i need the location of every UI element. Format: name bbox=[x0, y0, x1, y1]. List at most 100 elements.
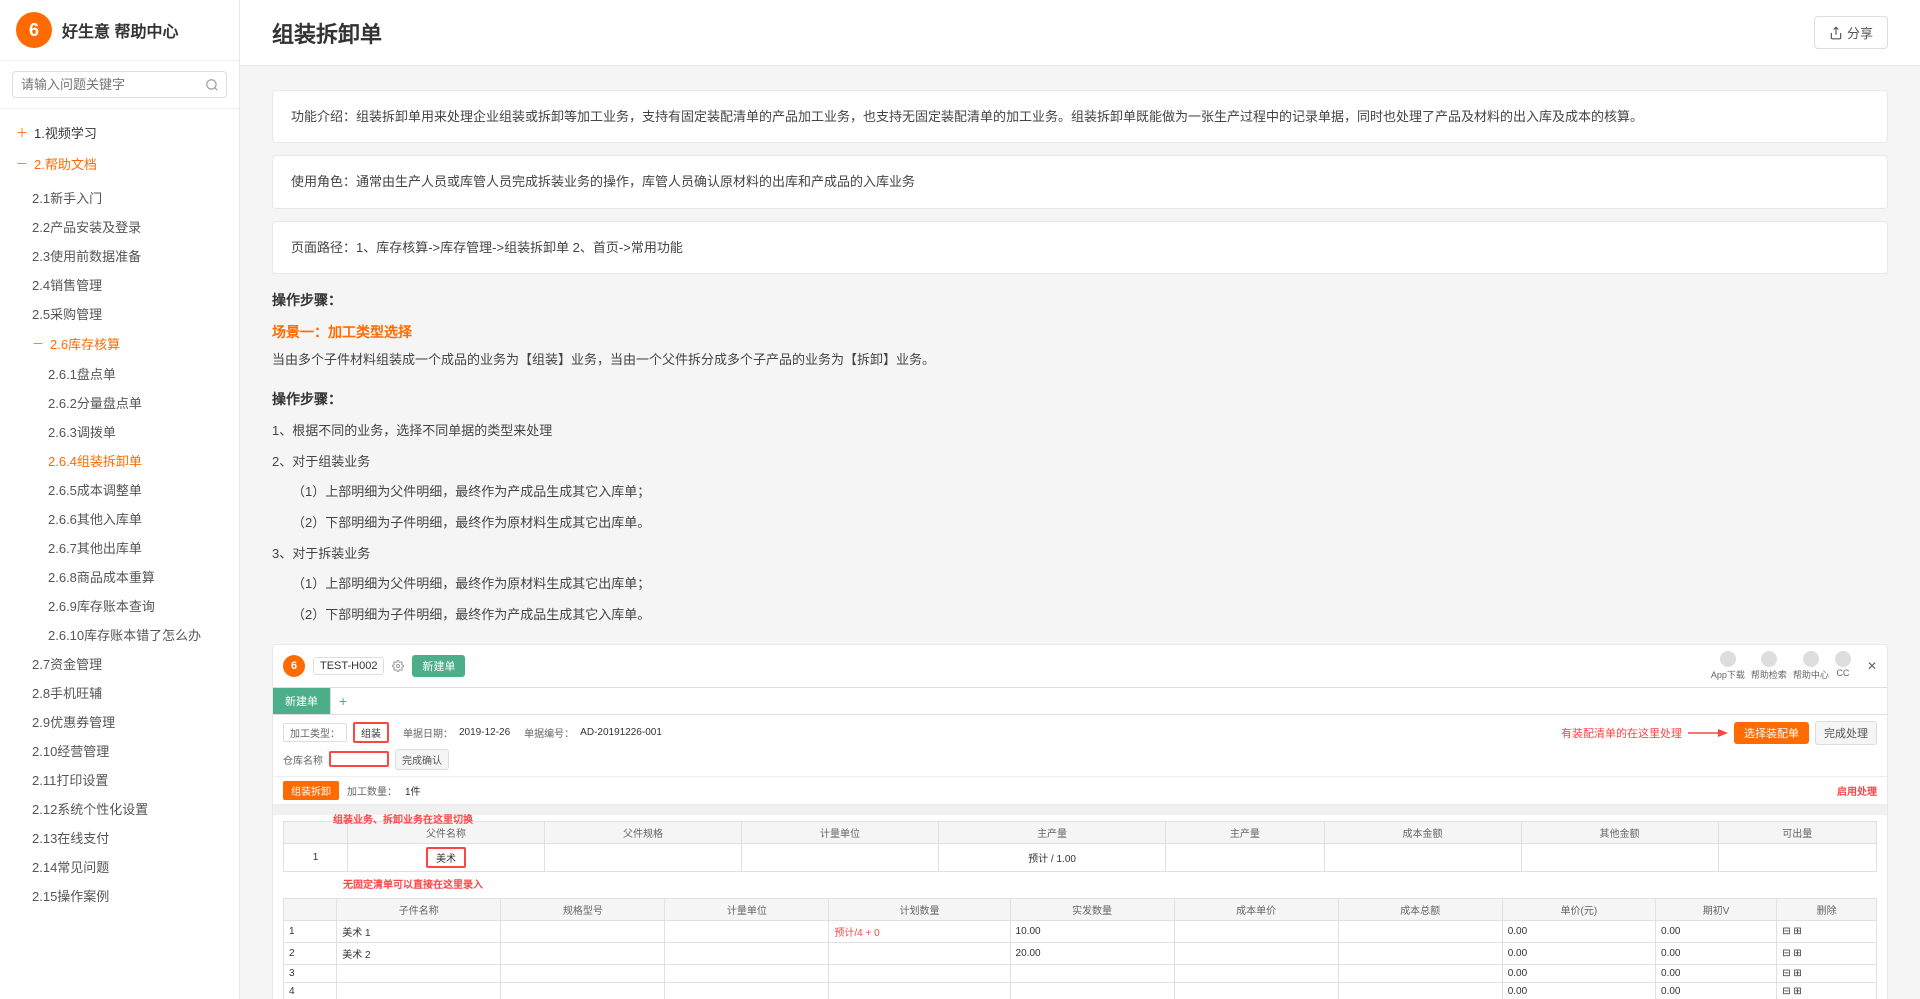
upper-table-row: 1 美术 预计 / 1.00 bbox=[284, 843, 1877, 871]
sidebar-item-s2-2[interactable]: 2.2产品安装及登录 bbox=[32, 212, 239, 241]
intro-block-3: 页面路径：1、库存核算->库存管理->组装拆卸单 2、首页->常用功能 bbox=[272, 221, 1888, 274]
sidebar-item-s2-10[interactable]: 2.10经营管理 bbox=[32, 736, 239, 765]
mock-no-label: 单据编号： bbox=[524, 725, 574, 740]
mock-lower-section: 无固定清单可以直接在这里录入 子件名称 规格型号 计量单位 计划数量 实发数量 … bbox=[273, 874, 1887, 999]
mock-logo: 6 bbox=[283, 655, 305, 677]
sidebar-item-s2-6-3[interactable]: 2.6.3调拨单 bbox=[48, 417, 239, 446]
sidebar-item-s2-6-7[interactable]: 2.6.7其他出库单 bbox=[48, 533, 239, 562]
main-header: 组装拆卸单 分享 bbox=[240, 0, 1920, 66]
sidebar-item-s2-6-5[interactable]: 2.6.5成本调整单 bbox=[48, 475, 239, 504]
op-steps-title: 操作步骤： bbox=[272, 389, 1888, 409]
sidebar-item-s2-4[interactable]: 2.4销售管理 bbox=[32, 270, 239, 299]
mock-choose-btn[interactable]: 选择装配单 bbox=[1734, 722, 1809, 744]
mock-form-row2: 仓库名称 完成确认 bbox=[283, 749, 1877, 770]
sidebar-item-s2-6-4[interactable]: 2.6.4组装拆卸单 bbox=[48, 446, 239, 475]
sidebar-item-s2-8[interactable]: 2.8手机旺辅 bbox=[32, 678, 239, 707]
sidebar-item-s1[interactable]: ＋ 1.视频学习 bbox=[0, 117, 239, 148]
mock-tab-plus[interactable]: + bbox=[331, 688, 355, 714]
sidebar-item-s2-9[interactable]: 2.9优惠券管理 bbox=[32, 707, 239, 736]
mock-ok-btn[interactable]: 完成处理 bbox=[1815, 721, 1877, 745]
sidebar-item-s2-5[interactable]: 2.5采购管理 bbox=[32, 299, 239, 328]
mock-type-value: 组装 bbox=[353, 722, 389, 743]
mock-warehouse-label: 仓库名称 bbox=[283, 752, 323, 767]
sidebar-item-s2-6-6[interactable]: 2.6.6其他入库单 bbox=[48, 504, 239, 533]
upper-td-0: 1 bbox=[284, 843, 348, 871]
search-input[interactable] bbox=[12, 71, 227, 98]
scene-desc: 当由多个子件材料组装成一个成品的业务为【组装】业务，当由一个父件拆分成多个子产品… bbox=[272, 348, 1888, 373]
sidebar-item-s2[interactable]: － 2.帮助文档 bbox=[0, 148, 239, 179]
sidebar-item-s2-6-1[interactable]: 2.6.1盘点单 bbox=[48, 359, 239, 388]
lower-row-1: 1 美术 1 预计/4 + 0 10.00 0.00 0.00 ⊟ ⊞ bbox=[284, 920, 1877, 942]
mock-confirm-btn[interactable]: 完成确认 bbox=[395, 749, 449, 770]
sidebar-item-label: 2.帮助文档 bbox=[34, 154, 97, 173]
sidebar-header: 6 好生意 帮助中心 bbox=[0, 0, 239, 61]
sidebar-item-s2-1[interactable]: 2.1新手入门 bbox=[32, 183, 239, 212]
lower-th-10: 删除 bbox=[1777, 898, 1877, 920]
sidebar-item-s2-3[interactable]: 2.3使用前数据准备 bbox=[32, 241, 239, 270]
step-3-2: （2）下部明细为子件明细，最终作为产成品生成其它入库单。 bbox=[272, 603, 1888, 628]
mock-tab-new[interactable]: 新建单 bbox=[273, 688, 331, 714]
sidebar-item-s2-6-8[interactable]: 2.6.8商品成本重算 bbox=[48, 562, 239, 591]
sidebar-item-s2-12[interactable]: 2.12系统个性化设置 bbox=[32, 794, 239, 823]
sidebar-item-s2-6-9[interactable]: 2.6.9库存账本查询 bbox=[48, 591, 239, 620]
sidebar: 6 好生意 帮助中心 ＋ 1.视频学习 － 2.帮助文档 2.1新手入门 2.2… bbox=[0, 0, 240, 999]
search-icon bbox=[205, 78, 219, 92]
share-icon bbox=[1829, 26, 1843, 40]
mock-icon-user: CC bbox=[1835, 651, 1851, 681]
scene-title: 场景一：加工类型选择 bbox=[272, 322, 1888, 342]
annotation4-text: 无固定清单可以直接在这里录入 bbox=[343, 876, 483, 891]
content-area: 功能介绍：组装拆卸单用来处理企业组装或拆卸等加工业务，支持有固定装配清单的产品加… bbox=[240, 66, 1920, 999]
share-label: 分享 bbox=[1847, 23, 1873, 42]
upper-th-7: 其他金额 bbox=[1521, 821, 1718, 843]
step-1: 1、根据不同的业务，选择不同单据的类型来处理 bbox=[272, 419, 1888, 444]
mock-warehouse-input[interactable] bbox=[329, 751, 389, 767]
intro-text-3: 页面路径：1、库存核算->库存管理->组装拆卸单 2、首页->常用功能 bbox=[291, 240, 683, 255]
nav-sub-s2-6: 2.6.1盘点单 2.6.2分量盘点单 2.6.3调拨单 2.6.4组装拆卸单 … bbox=[32, 359, 239, 649]
intro-text-2: 使用角色：通常由生产人员或库管人员完成拆装业务的操作，库管人员确认原材料的出库和… bbox=[291, 174, 915, 189]
mock-assembly-tab[interactable]: 组装拆卸 bbox=[283, 781, 339, 800]
sidebar-item-s2-6-2[interactable]: 2.6.2分量盘点单 bbox=[48, 388, 239, 417]
upper-th-3: 计量单位 bbox=[741, 821, 938, 843]
step-2: 2、对于组装业务 bbox=[272, 450, 1888, 475]
sidebar-item-s2-7[interactable]: 2.7资金管理 bbox=[32, 649, 239, 678]
mock-subheader-row: 组装拆卸 加工数量： 1件 组装业务、拆卸业务在这里切换 启用处理 bbox=[283, 781, 1877, 800]
sidebar-item-label: 2.6库存核算 bbox=[50, 334, 120, 353]
lower-th-1: 子件名称 bbox=[337, 898, 501, 920]
upper-td-1: 美术 bbox=[347, 843, 544, 871]
mock-date-value: 2019-12-26 bbox=[459, 727, 510, 738]
upper-th-5: 主产量 bbox=[1166, 821, 1324, 843]
mock-icon-help: 帮助检索 bbox=[1751, 651, 1787, 681]
mock-form-header: 加工类型： 组装 单据日期： 2019-12-26 单据编号： AD-20191… bbox=[273, 715, 1887, 777]
plus-icon: ＋ bbox=[16, 124, 28, 141]
sidebar-item-s2-13[interactable]: 2.13在线支付 bbox=[32, 823, 239, 852]
sidebar-item-s2-6[interactable]: － 2.6库存核算 bbox=[32, 328, 239, 359]
mock-icon-apps: App下载 bbox=[1711, 651, 1745, 681]
upper-th-2: 父件规格 bbox=[544, 821, 741, 843]
sidebar-item-s2-6-10[interactable]: 2.6.10库存账本错了怎么办 bbox=[48, 620, 239, 649]
upper-td-5 bbox=[1166, 843, 1324, 871]
lower-th-8: 单价(元) bbox=[1502, 898, 1655, 920]
share-button[interactable]: 分享 bbox=[1814, 16, 1888, 49]
mock-company: TEST-H002 bbox=[313, 657, 384, 675]
lower-th-7: 成本总额 bbox=[1338, 898, 1502, 920]
mock-icon-circle-3 bbox=[1803, 651, 1819, 667]
intro-text-1: 功能介绍：组装拆卸单用来处理企业组装或拆卸等加工业务，支持有固定装配清单的产品加… bbox=[291, 109, 1643, 124]
mock-new-btn[interactable]: 新建单 bbox=[412, 655, 465, 677]
minus-icon-2: － bbox=[32, 335, 44, 352]
mock-qty-label: 加工数量： bbox=[347, 783, 397, 798]
mock-icon-circle-4 bbox=[1835, 651, 1851, 667]
upper-td-4: 预计 / 1.00 bbox=[938, 843, 1165, 871]
lower-th-9: 期初V bbox=[1656, 898, 1777, 920]
screenshot-container: 6 TEST-H002 新建单 App下载 帮助检索 bbox=[272, 644, 1888, 999]
mock-status-badge: 加工类型： bbox=[283, 723, 347, 742]
page-title: 组装拆卸单 bbox=[272, 17, 382, 49]
sidebar-item-s2-15[interactable]: 2.15操作案例 bbox=[32, 881, 239, 910]
mock-date-label: 单据日期： bbox=[403, 725, 453, 740]
sidebar-item-s2-14[interactable]: 2.14常见问题 bbox=[32, 852, 239, 881]
sidebar-item-s2-11[interactable]: 2.11打印设置 bbox=[32, 765, 239, 794]
logo-icon: 6 bbox=[16, 12, 52, 48]
mock-upper-table-wrap: 父件名称 父件规格 计量单位 主产量 主产量 成本金额 其他金额 可出量 bbox=[273, 815, 1887, 874]
mock-parent-name[interactable]: 美术 bbox=[426, 847, 466, 868]
lower-th-6: 成本单价 bbox=[1174, 898, 1338, 920]
mock-icon-circle-2 bbox=[1761, 651, 1777, 667]
